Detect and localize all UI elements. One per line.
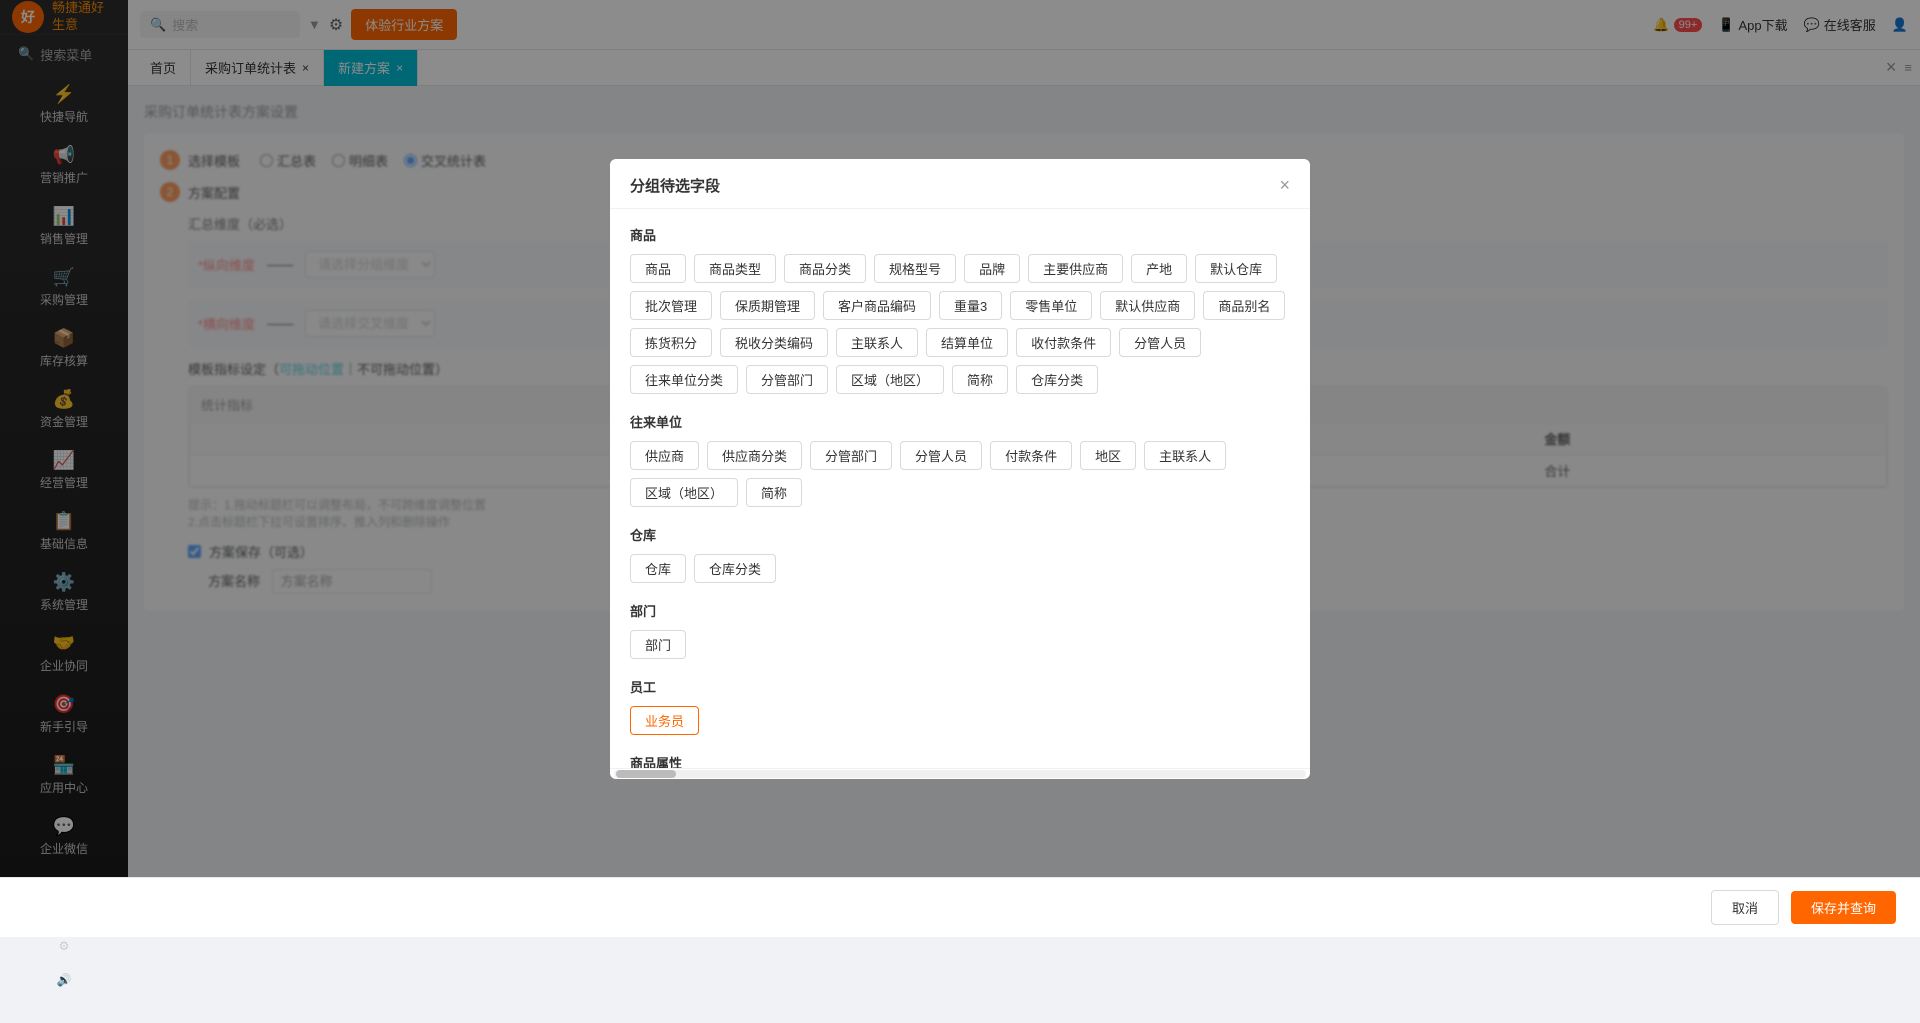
section-goods: 商品 商品 商品类型 商品分类 规格型号 品牌 主要供应商 产地 默认仓库 批次… <box>630 225 1290 394</box>
section-goods-attr-title: 商品属性 <box>630 753 1290 769</box>
tag-abbr2[interactable]: 简称 <box>746 478 802 507</box>
modal-overlay: 分组待选字段 × 商品 商品 商品类型 商品分类 规格型号 品牌 主要供应商 产… <box>0 0 1920 937</box>
tag-region-area[interactable]: 区域（地区） <box>836 365 944 394</box>
modal-close-btn[interactable]: × <box>1279 175 1290 196</box>
section-warehouse: 仓库 仓库 仓库分类 <box>630 525 1290 583</box>
tag-default-warehouse[interactable]: 默认仓库 <box>1195 254 1277 283</box>
tag-main-contact[interactable]: 主联系人 <box>836 328 918 357</box>
footer-buttons: 取消 保存并查询 <box>0 877 1920 937</box>
tag-region-area2[interactable]: 区域（地区） <box>630 478 738 507</box>
tag-region2[interactable]: 地区 <box>1080 441 1136 470</box>
tag-pickup-points[interactable]: 拣货积分 <box>630 328 712 357</box>
tag-admin-dept[interactable]: 分管部门 <box>746 365 828 394</box>
tag-customer-code[interactable]: 客户商品编码 <box>823 291 931 320</box>
cancel-button[interactable]: 取消 <box>1711 890 1779 925</box>
tag-salesperson[interactable]: 业务员 <box>630 706 699 735</box>
tag-admin-dept2[interactable]: 分管部门 <box>810 441 892 470</box>
tag-warehouse-cat[interactable]: 仓库分类 <box>1016 365 1098 394</box>
tag-supplier-cat[interactable]: 供应商分类 <box>707 441 802 470</box>
tag-main-contact2[interactable]: 主联系人 <box>1144 441 1226 470</box>
tag-default-supplier[interactable]: 默认供应商 <box>1100 291 1195 320</box>
tag-goods-alias[interactable]: 商品别名 <box>1203 291 1285 320</box>
section-goods-title: 商品 <box>630 225 1290 244</box>
tag-goods-category[interactable]: 商品分类 <box>784 254 866 283</box>
tag-dept[interactable]: 部门 <box>630 630 686 659</box>
dept-tags: 部门 <box>630 630 1290 659</box>
section-partner-title: 往来单位 <box>630 412 1290 431</box>
tag-goods[interactable]: 商品 <box>630 254 686 283</box>
tag-brand[interactable]: 品牌 <box>964 254 1020 283</box>
warehouse-tags: 仓库 仓库分类 <box>630 554 1290 583</box>
section-dept-title: 部门 <box>630 601 1290 620</box>
section-dept: 部门 部门 <box>630 601 1290 659</box>
tag-weight3[interactable]: 重量3 <box>939 291 1002 320</box>
modal-header: 分组待选字段 × <box>610 159 1310 209</box>
save-button[interactable]: 保存并查询 <box>1791 891 1896 924</box>
section-warehouse-title: 仓库 <box>630 525 1290 544</box>
tag-origin-unit-cat[interactable]: 往来单位分类 <box>630 365 738 394</box>
partner-tags: 供应商 供应商分类 分管部门 分管人员 付款条件 地区 主联系人 区域（地区） … <box>630 441 1290 507</box>
tag-batch-mgmt[interactable]: 批次管理 <box>630 291 712 320</box>
section-goods-attr: 商品属性 属性 颜色 多规格 尺码 鞋码 1 <box>630 753 1290 769</box>
staff-tags: 业务员 <box>630 706 1290 735</box>
tag-manager[interactable]: 分管人员 <box>1119 328 1201 357</box>
section-partner: 往来单位 供应商 供应商分类 分管部门 分管人员 付款条件 地区 主联系人 区域… <box>630 412 1290 507</box>
tag-admin-staff[interactable]: 分管人员 <box>900 441 982 470</box>
tag-payment-cond[interactable]: 付款条件 <box>990 441 1072 470</box>
section-staff: 员工 业务员 <box>630 677 1290 735</box>
modal-body: 商品 商品 商品类型 商品分类 规格型号 品牌 主要供应商 产地 默认仓库 批次… <box>610 209 1310 769</box>
modal-hscroll[interactable] <box>610 768 1310 778</box>
tag-spec-type[interactable]: 规格型号 <box>874 254 956 283</box>
modal-title: 分组待选字段 <box>630 175 720 196</box>
tag-settlement-unit[interactable]: 结算单位 <box>926 328 1008 357</box>
section-staff-title: 员工 <box>630 677 1290 696</box>
tag-payment-terms[interactable]: 收付款条件 <box>1016 328 1111 357</box>
goods-tags: 商品 商品类型 商品分类 规格型号 品牌 主要供应商 产地 默认仓库 批次管理 … <box>630 254 1290 394</box>
modal: 分组待选字段 × 商品 商品 商品类型 商品分类 规格型号 品牌 主要供应商 产… <box>610 159 1310 779</box>
tag-origin[interactable]: 产地 <box>1131 254 1187 283</box>
tag-goods-type[interactable]: 商品类型 <box>694 254 776 283</box>
tag-expiry-mgmt[interactable]: 保质期管理 <box>720 291 815 320</box>
tag-warehouse[interactable]: 仓库 <box>630 554 686 583</box>
tag-main-supplier[interactable]: 主要供应商 <box>1028 254 1123 283</box>
tag-warehouse-category[interactable]: 仓库分类 <box>694 554 776 583</box>
tag-supplier[interactable]: 供应商 <box>630 441 699 470</box>
tag-tax-code[interactable]: 税收分类编码 <box>720 328 828 357</box>
tag-retail-unit[interactable]: 零售单位 <box>1010 291 1092 320</box>
tag-abbr[interactable]: 简称 <box>952 365 1008 394</box>
